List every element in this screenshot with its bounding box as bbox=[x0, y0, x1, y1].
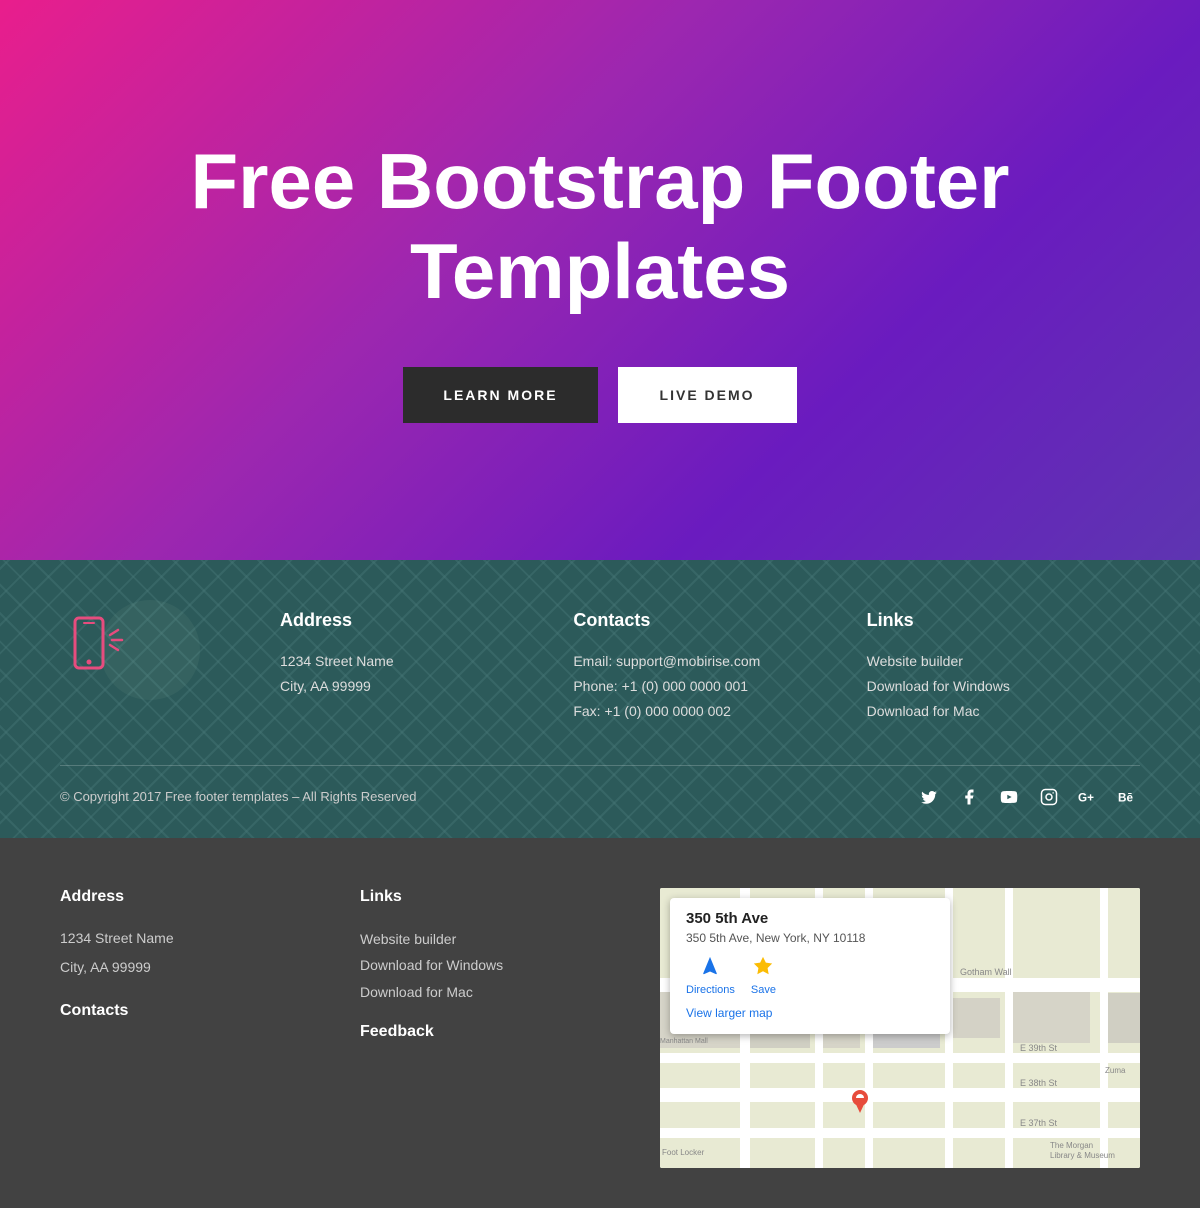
svg-text:Library & Museum: Library & Museum bbox=[1050, 1151, 1115, 1160]
footer1-link-download-mac[interactable]: Download for Mac bbox=[867, 699, 1140, 724]
svg-text:Gotham Wall: Gotham Wall bbox=[960, 967, 1012, 977]
footer2-contacts-heading: Contacts bbox=[60, 1002, 320, 1020]
footer1-link-download-windows[interactable]: Download for Windows bbox=[867, 674, 1140, 699]
map-popup-address: 350 5th Ave, New York, NY 10118 bbox=[686, 931, 934, 945]
svg-text:G+: G+ bbox=[1078, 791, 1094, 804]
svg-text:Foot Locker: Foot Locker bbox=[662, 1148, 705, 1157]
footer1-address-heading: Address bbox=[280, 610, 553, 631]
footer2-link-download-windows[interactable]: Download for Windows bbox=[360, 952, 620, 979]
behance-icon[interactable]: Bē bbox=[1118, 786, 1140, 808]
googleplus-icon[interactable]: G+ bbox=[1078, 786, 1100, 808]
footer1-social-icons: G+ Bē bbox=[918, 786, 1140, 808]
footer1-address-line2: City, AA 99999 bbox=[280, 674, 553, 699]
footer1: Address 1234 Street Name City, AA 99999 … bbox=[0, 560, 1200, 838]
twitter-icon[interactable] bbox=[918, 786, 940, 808]
svg-text:Bē: Bē bbox=[1118, 791, 1133, 804]
footer2-link-website-builder[interactable]: Website builder bbox=[360, 926, 620, 953]
footer1-email: Email: support@mobirise.com bbox=[573, 649, 846, 674]
footer1-address-column: Address 1234 Street Name City, AA 99999 bbox=[260, 610, 553, 725]
footer1-bottom-bar: © Copyright 2017 Free footer templates –… bbox=[60, 765, 1140, 808]
footer1-content: Address 1234 Street Name City, AA 99999 … bbox=[60, 610, 1140, 725]
footer2-links-column: Links Website builder Download for Windo… bbox=[360, 888, 620, 1168]
svg-text:Manhattan Mall: Manhattan Mall bbox=[660, 1038, 708, 1045]
footer1-copyright: © Copyright 2017 Free footer templates –… bbox=[60, 789, 416, 804]
mobirise-logo-icon bbox=[60, 610, 130, 680]
footer1-phone: Phone: +1 (0) 000 0000 001 bbox=[573, 674, 846, 699]
svg-text:The Morgan: The Morgan bbox=[1050, 1141, 1093, 1150]
footer2-map: Gotham Wall E 39th St E 38th St E 37th S… bbox=[660, 888, 1140, 1168]
footer2-address-line1: 1234 Street Name bbox=[60, 926, 320, 951]
hero-buttons: LEARN MORE LIVE DEMO bbox=[403, 367, 796, 423]
footer2-link-download-mac[interactable]: Download for Mac bbox=[360, 979, 620, 1006]
hero-title: Free Bootstrap Footer Templates bbox=[150, 137, 1050, 316]
footer2-address-heading: Address bbox=[60, 888, 320, 906]
footer2-links-heading: Links bbox=[360, 888, 620, 906]
view-larger-map-link[interactable]: View larger map bbox=[686, 1006, 772, 1020]
save-icon bbox=[752, 955, 774, 982]
learn-more-button[interactable]: LEARN MORE bbox=[403, 367, 597, 423]
facebook-icon[interactable] bbox=[958, 786, 980, 808]
footer1-address-line1: 1234 Street Name bbox=[280, 649, 553, 674]
directions-label: Directions bbox=[686, 984, 735, 996]
footer2-address-column: Address 1234 Street Name City, AA 99999 … bbox=[60, 888, 320, 1168]
footer1-link-website-builder[interactable]: Website builder bbox=[867, 649, 1140, 674]
footer1-contacts-heading: Contacts bbox=[573, 610, 846, 631]
footer1-links-column: Links Website builder Download for Windo… bbox=[847, 610, 1140, 725]
svg-text:E 39th St: E 39th St bbox=[1020, 1043, 1058, 1053]
footer1-logo-column bbox=[60, 610, 260, 725]
footer2: Address 1234 Street Name City, AA 99999 … bbox=[0, 838, 1200, 1208]
map-popup: 350 5th Ave 350 5th Ave, New York, NY 10… bbox=[670, 898, 950, 1034]
directions-action[interactable]: Directions bbox=[686, 955, 735, 996]
footer1-links-heading: Links bbox=[867, 610, 1140, 631]
hero-section: Free Bootstrap Footer Templates LEARN MO… bbox=[0, 0, 1200, 560]
save-action[interactable]: Save bbox=[751, 955, 776, 996]
svg-text:Zuma: Zuma bbox=[1105, 1066, 1126, 1075]
save-label: Save bbox=[751, 984, 776, 996]
footer1-fax: Fax: +1 (0) 000 0000 002 bbox=[573, 699, 846, 724]
svg-text:E 38th St: E 38th St bbox=[1020, 1078, 1058, 1088]
map-popup-title: 350 5th Ave bbox=[686, 910, 934, 927]
youtube-icon[interactable] bbox=[998, 786, 1020, 808]
footer2-address-line2: City, AA 99999 bbox=[60, 955, 320, 980]
instagram-icon[interactable] bbox=[1038, 786, 1060, 808]
footer2-feedback-heading: Feedback bbox=[360, 1023, 620, 1041]
live-demo-button[interactable]: LIVE DEMO bbox=[618, 367, 797, 423]
footer1-contacts-column: Contacts Email: support@mobirise.com Pho… bbox=[553, 610, 846, 725]
map-popup-actions: Directions Save bbox=[686, 955, 934, 996]
directions-icon bbox=[699, 955, 721, 982]
svg-text:E 37th St: E 37th St bbox=[1020, 1118, 1058, 1128]
